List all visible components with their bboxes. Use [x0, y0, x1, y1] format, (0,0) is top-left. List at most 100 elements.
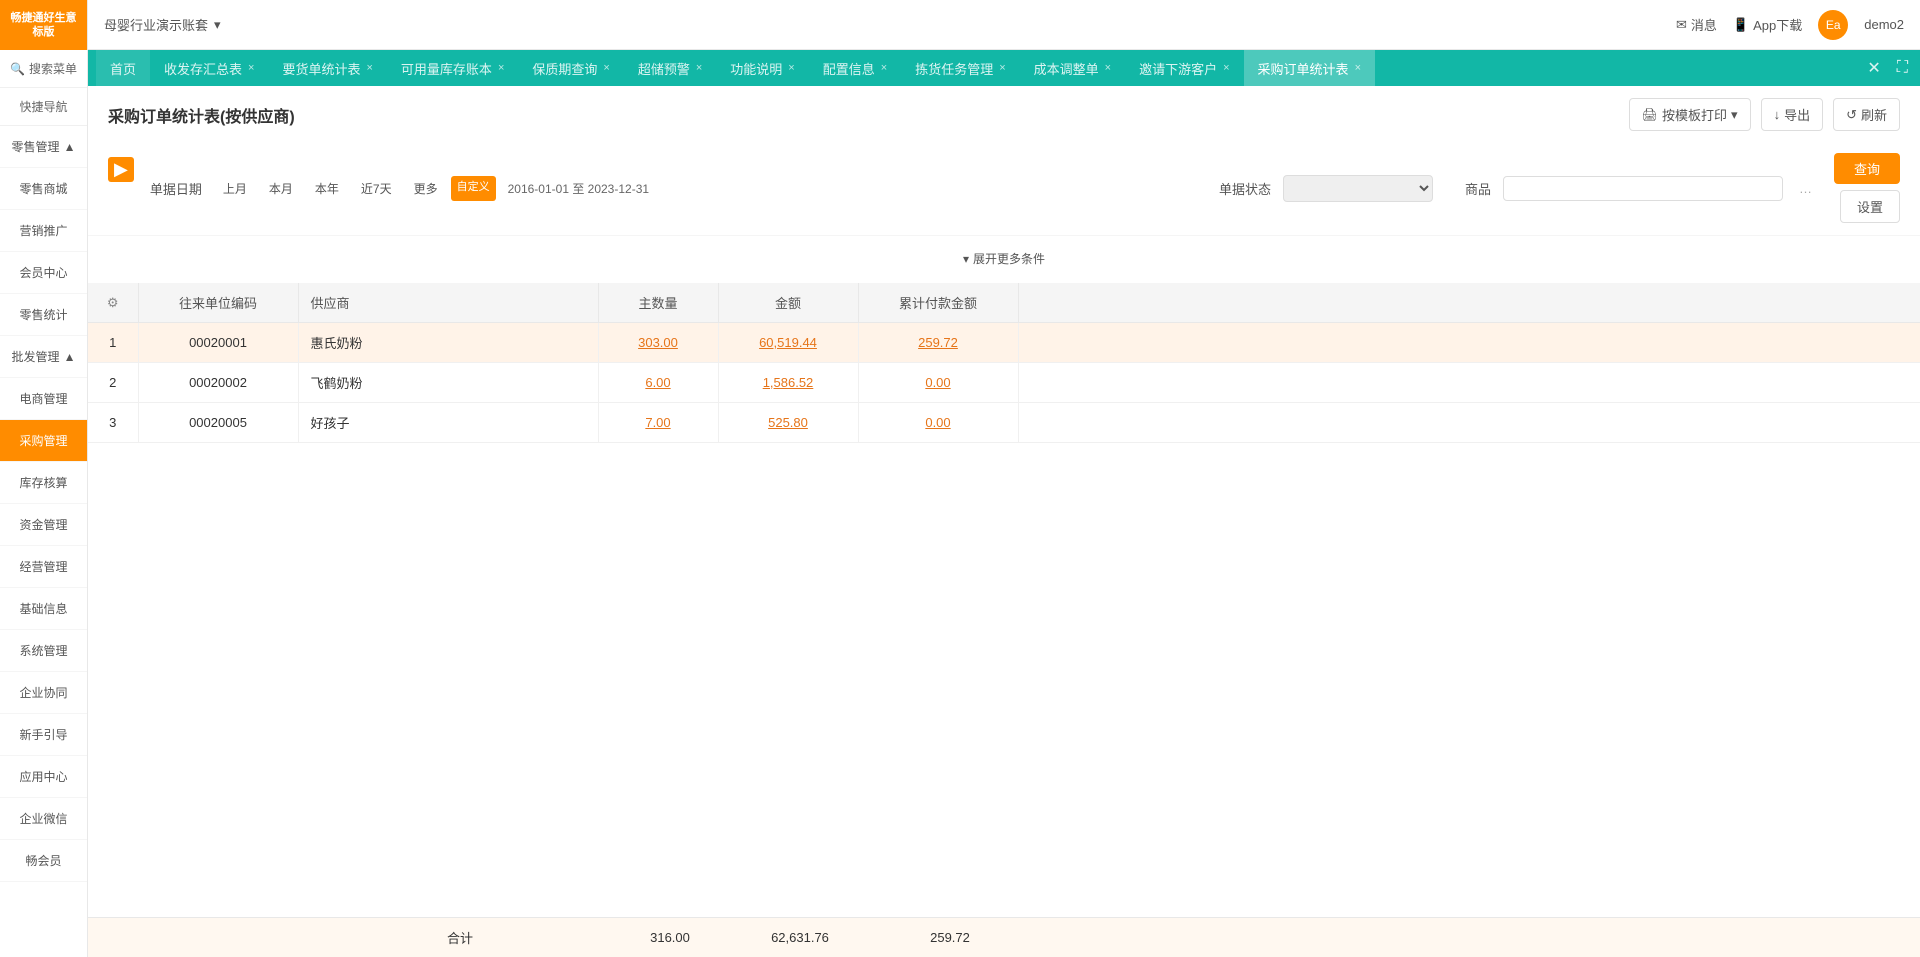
sidebar-item-wholesale-mgmt[interactable]: 批发管理 ▲	[0, 336, 87, 378]
tab-home[interactable]: 首页	[96, 50, 150, 86]
quick-nav-area[interactable]: 快捷导航	[0, 88, 87, 126]
tab-close-goods-stats[interactable]: ×	[366, 62, 372, 74]
td-qty[interactable]: 6.00	[598, 363, 718, 403]
tab-close-config-info[interactable]: ×	[881, 62, 887, 74]
sidebar-item-ecommerce-mgmt[interactable]: 电商管理	[0, 378, 87, 420]
fullscreen-button[interactable]: ⛶	[1893, 55, 1912, 81]
td-amount[interactable]: 1,586.52	[718, 363, 858, 403]
refresh-button[interactable]: ↺ 刷新	[1833, 98, 1900, 131]
sidebar-item-new-guide[interactable]: 新手引导	[0, 714, 87, 756]
date-btn-last-7-days[interactable]: 近7天	[352, 176, 401, 201]
tab-goods-stats[interactable]: 要货单统计表 ×	[268, 50, 386, 86]
sidebar-item-marketing[interactable]: 营销推广	[0, 210, 87, 252]
date-btn-last-month[interactable]: 上月	[214, 176, 256, 201]
td-paid[interactable]: 259.72	[858, 323, 1018, 363]
tab-close-overstock-warning[interactable]: ×	[696, 62, 702, 74]
tab-close-expiry-query[interactable]: ×	[603, 62, 609, 74]
goods-filter-input[interactable]	[1503, 176, 1783, 201]
td-supplier: 飞鹤奶粉	[298, 363, 598, 403]
td-amount[interactable]: 60,519.44	[718, 323, 858, 363]
topbar: 母婴行业演示账套 ▾ ✉ 消息 📱 App下载 Ea demo2	[88, 0, 1920, 50]
sidebar-item-inventory-check[interactable]: 库存核算	[0, 462, 87, 504]
sidebar-item-purchase-mgmt[interactable]: 采购管理	[0, 420, 87, 462]
tab-overstock-warning[interactable]: 超储预警 ×	[624, 50, 716, 86]
settings-button[interactable]: 设置	[1840, 190, 1900, 223]
sidebar-item-enterprise-collab[interactable]: 企业协同	[0, 672, 87, 714]
footer-label: 合计	[447, 931, 473, 946]
quick-nav-button[interactable]: 快捷导航	[8, 98, 79, 115]
sidebar-search-area[interactable]: 🔍 搜索菜单	[0, 50, 87, 88]
td-paid[interactable]: 0.00	[858, 403, 1018, 443]
sidebar-item-ops-mgmt[interactable]: 经营管理	[0, 546, 87, 588]
tab-receive-summary[interactable]: 收发存汇总表 ×	[150, 50, 268, 86]
sidebar-item-member-center[interactable]: 会员中心	[0, 252, 87, 294]
tab-expiry-query[interactable]: 保质期查询 ×	[518, 50, 623, 86]
custom-date-badge[interactable]: 自定义	[451, 176, 496, 201]
tab-pick-task[interactable]: 拣货任务管理 ×	[901, 50, 1019, 86]
goods-filter-more[interactable]: …	[1799, 181, 1812, 196]
page-content: 采购订单统计表(按供应商) 🖨 按模板打印 ▾ ↓ 导出 ↺ 刷新	[88, 86, 1920, 957]
tab-close-cost-adjust[interactable]: ×	[1105, 62, 1111, 74]
tab-close-available-stock[interactable]: ×	[498, 62, 504, 74]
export-button[interactable]: ↓ 导出	[1761, 98, 1824, 131]
td-amount[interactable]: 525.80	[718, 403, 858, 443]
tab-available-stock[interactable]: 可用量库存账本 ×	[387, 50, 518, 86]
download-icon: 📱	[1733, 17, 1749, 33]
print-icon: 🖨	[1642, 107, 1659, 123]
tab-config-info[interactable]: 配置信息 ×	[809, 50, 901, 86]
tab-cost-adjust[interactable]: 成本调整单 ×	[1020, 50, 1125, 86]
sidebar-item-member[interactable]: 畅会员	[0, 840, 87, 882]
status-select[interactable]	[1283, 175, 1433, 202]
search-icon: 🔍	[10, 62, 25, 76]
template-print-button[interactable]: 🖨 按模板打印 ▾	[1629, 98, 1751, 131]
table-row: 3 00020005 好孩子 7.00 525.80 0.00	[88, 403, 1920, 443]
date-btn-more[interactable]: 更多	[405, 176, 447, 201]
tab-invite-downstream[interactable]: 邀请下游客户 ×	[1125, 50, 1243, 86]
th-settings[interactable]: ⚙	[88, 283, 138, 323]
td-supplier: 惠氏奶粉	[298, 323, 598, 363]
search-menu-button[interactable]: 🔍 搜索菜单	[8, 60, 79, 77]
logo-text: 畅捷通好生意 标版	[11, 11, 77, 40]
avatar[interactable]: Ea	[1818, 10, 1848, 40]
status-filter-label: 单据状态	[1219, 179, 1271, 198]
sidebar-item-finance-mgmt[interactable]: 资金管理	[0, 504, 87, 546]
sidebar-item-app-center[interactable]: 应用中心	[0, 756, 87, 798]
date-quick-select: 上月 本月 本年 近7天 更多 自定义	[214, 176, 496, 201]
filter-expand-icon[interactable]: ▶	[108, 157, 134, 182]
date-btn-this-month[interactable]: 本月	[260, 176, 302, 201]
dropdown-arrow-icon: ▾	[214, 17, 221, 33]
sidebar-item-system-mgmt[interactable]: 系统管理	[0, 630, 87, 672]
goods-filter-label: 商品	[1465, 179, 1491, 198]
td-qty[interactable]: 7.00	[598, 403, 718, 443]
sidebar-item-retail-stats[interactable]: 零售统计	[0, 294, 87, 336]
table-wrapper[interactable]: ⚙ 往来单位编码 供应商 主数量 金额 累计付款金额 1 00020001	[88, 283, 1920, 917]
tab-close-pick-task[interactable]: ×	[999, 62, 1005, 74]
query-button[interactable]: 查询	[1834, 153, 1900, 184]
date-btn-this-year[interactable]: 本年	[306, 176, 348, 201]
sidebar-item-retail-store[interactable]: 零售商城	[0, 168, 87, 210]
expand-more-btn[interactable]: ▾ 展开更多条件	[963, 244, 1045, 273]
sidebar-item-retail-mgmt[interactable]: 零售管理 ▲	[0, 126, 87, 168]
td-rest	[1018, 363, 1920, 403]
close-all-tabs-button[interactable]: ✕	[1863, 54, 1884, 82]
tab-purchase-stats[interactable]: 采购订单统计表 ×	[1244, 50, 1375, 86]
message-button[interactable]: ✉ 消息	[1676, 15, 1717, 34]
td-paid[interactable]: 0.00	[858, 363, 1018, 403]
table-row: 1 00020001 惠氏奶粉 303.00 60,519.44 259.72	[88, 323, 1920, 363]
tab-close-purchase-stats[interactable]: ×	[1355, 62, 1361, 74]
tab-close-invite-downstream[interactable]: ×	[1223, 62, 1229, 74]
sidebar-item-enterprise-wechat[interactable]: 企业微信	[0, 798, 87, 840]
page-actions: 🖨 按模板打印 ▾ ↓ 导出 ↺ 刷新	[1629, 98, 1901, 131]
td-qty[interactable]: 303.00	[598, 323, 718, 363]
column-settings-icon[interactable]: ⚙	[107, 295, 119, 310]
th-paid: 累计付款金额	[858, 283, 1018, 323]
sidebar-item-basic-info[interactable]: 基础信息	[0, 588, 87, 630]
td-code: 00020005	[138, 403, 298, 443]
tab-close-function-desc[interactable]: ×	[788, 62, 794, 74]
app-download-button[interactable]: 📱 App下载	[1733, 15, 1802, 34]
tab-function-desc[interactable]: 功能说明 ×	[716, 50, 808, 86]
footer-paid: 259.72	[930, 930, 970, 945]
account-selector[interactable]: 母婴行业演示账套 ▾	[104, 15, 221, 34]
tab-close-receive-summary[interactable]: ×	[248, 62, 254, 74]
date-filter-label: 单据日期	[150, 179, 202, 198]
